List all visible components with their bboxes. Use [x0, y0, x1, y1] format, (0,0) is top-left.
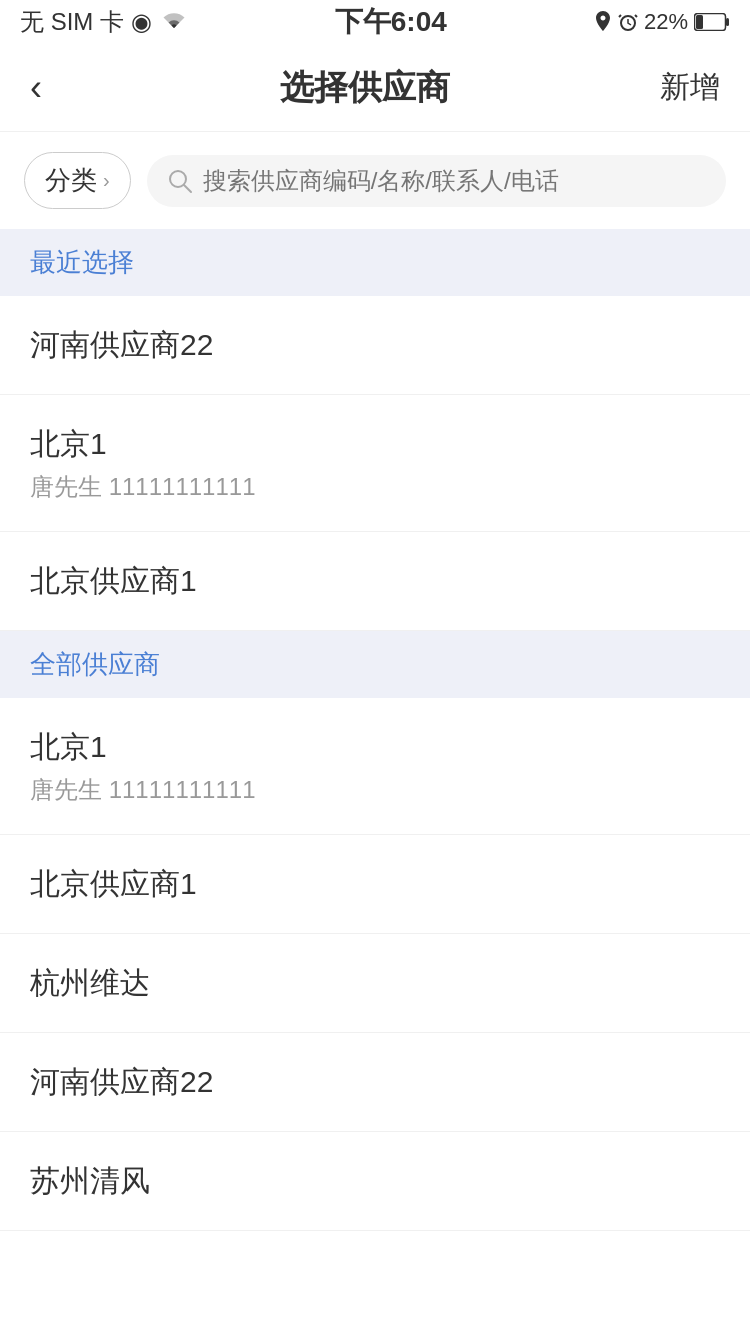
all-list: 北京1 唐先生 11111111111 北京供应商1 杭州维达河南供应商22 苏州清风: [0, 698, 750, 1231]
battery-icon: [694, 13, 730, 31]
list-item[interactable]: 河南供应商22: [0, 1033, 750, 1132]
item-sub: 唐先生 11111111111: [30, 471, 720, 503]
list-item[interactable]: 北京1 唐先生 11111111111: [0, 395, 750, 532]
item-name: 北京1: [30, 423, 720, 465]
recent-section-header: 最近选择: [0, 229, 750, 296]
category-label: 分类: [45, 163, 97, 198]
status-left: 无 SIM 卡 ◉: [20, 6, 188, 38]
item-name: 河南供应商22: [30, 1061, 720, 1103]
page-title: 选择供应商: [280, 65, 450, 111]
list-item[interactable]: 河南供应商22: [0, 296, 750, 395]
item-sub: 唐先生 11111111111: [30, 774, 720, 806]
location-icon: [594, 11, 612, 33]
wifi-icon: [160, 12, 188, 32]
item-name: 河南供应商22: [30, 324, 720, 366]
item-name: 北京1: [30, 726, 720, 768]
svg-line-5: [184, 185, 191, 192]
all-section-header: 全部供应商: [0, 631, 750, 698]
alarm-icon: [618, 11, 638, 33]
list-item[interactable]: 杭州维达: [0, 934, 750, 1033]
svg-rect-2: [696, 15, 703, 29]
item-name: 杭州维达: [30, 962, 720, 1004]
status-bar: 无 SIM 卡 ◉ 下午6:04 22%: [0, 0, 750, 44]
recent-list: 河南供应商22 北京1 唐先生 11111111111 北京供应商1: [0, 296, 750, 631]
sim-label: 无 SIM 卡 ◉: [20, 6, 152, 38]
nav-bar: ‹ 选择供应商 新增: [0, 44, 750, 132]
item-name: 北京供应商1: [30, 560, 720, 602]
list-item[interactable]: 北京供应商1: [0, 835, 750, 934]
status-time: 下午6:04: [335, 3, 447, 41]
add-button[interactable]: 新增: [640, 67, 720, 108]
status-right: 22%: [594, 9, 730, 35]
item-name: 苏州清风: [30, 1160, 720, 1202]
list-item[interactable]: 北京供应商1: [0, 532, 750, 631]
item-name: 北京供应商1: [30, 863, 720, 905]
battery-text: 22%: [644, 9, 688, 35]
category-button[interactable]: 分类 ›: [24, 152, 131, 209]
svg-rect-3: [726, 18, 729, 26]
back-button[interactable]: ‹: [30, 67, 90, 109]
search-icon: [167, 168, 193, 194]
filter-bar: 分类 ›: [0, 132, 750, 229]
search-input[interactable]: [203, 167, 706, 195]
list-item[interactable]: 苏州清风: [0, 1132, 750, 1231]
search-box[interactable]: [147, 155, 726, 207]
list-item[interactable]: 北京1 唐先生 11111111111: [0, 698, 750, 835]
chevron-right-icon: ›: [103, 169, 110, 192]
